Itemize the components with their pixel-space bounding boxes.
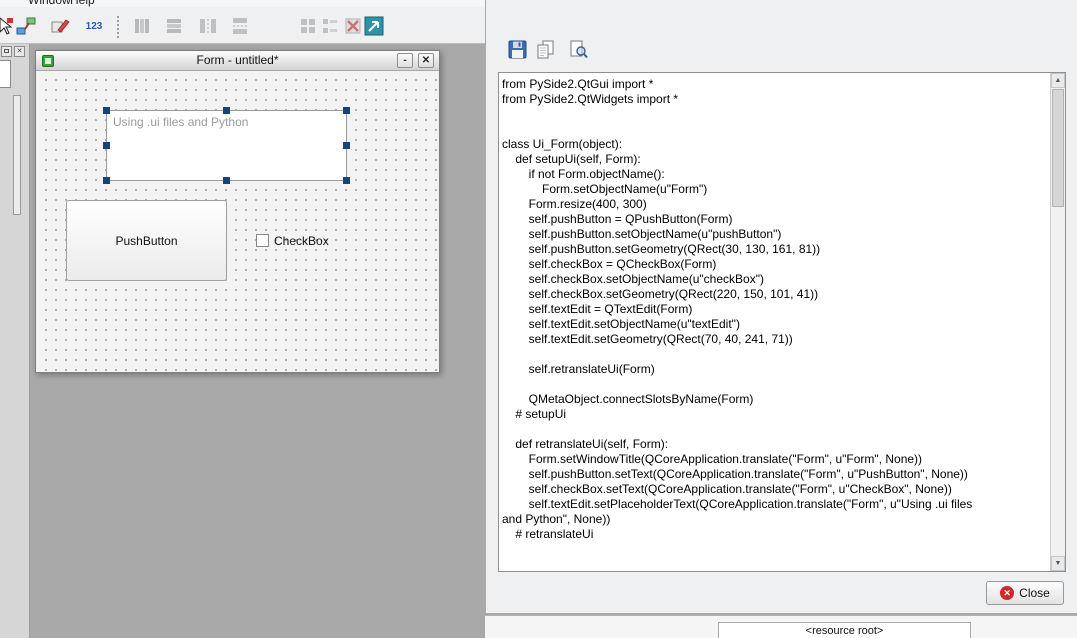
dock-close-button[interactable]: ✕: [14, 46, 25, 57]
minimize-button[interactable]: -: [397, 53, 413, 68]
edit-tab-order-icon[interactable]: 123: [82, 14, 106, 38]
menu-help[interactable]: Help: [70, 0, 95, 7]
resource-root-item[interactable]: <resource root>: [719, 623, 970, 637]
close-button-label: Close: [1019, 586, 1050, 600]
checkbox-indicator[interactable]: [256, 234, 269, 247]
form-layout-icon: [320, 16, 340, 36]
pushbutton-widget[interactable]: PushButton: [66, 200, 227, 281]
layout-splitter-horizontal-icon[interactable]: [196, 14, 220, 38]
pushbutton-label: PushButton: [115, 234, 177, 248]
selection-handle-se[interactable]: [343, 177, 350, 184]
float-icon: [4, 49, 9, 53]
form-window-titlebar[interactable]: Form - untitled* - ✕: [36, 51, 439, 71]
selection-handle-n[interactable]: [223, 107, 230, 114]
resource-tree: <resource root>: [718, 622, 971, 638]
buddy-pencil-icon: [50, 16, 70, 36]
layout-grid-icon[interactable]: [296, 14, 320, 38]
toolbar-separator: [116, 16, 120, 38]
checkbox-label: CheckBox: [274, 234, 329, 248]
layout-splitter-vertical-icon[interactable]: [228, 14, 252, 38]
scroll-down-button[interactable]: ▼: [1051, 556, 1065, 571]
find-button[interactable]: [565, 36, 591, 62]
adjust-size-icon[interactable]: [362, 14, 386, 38]
signal-slot-icon: [16, 16, 36, 36]
dialog-close-button[interactable]: ✕ Close: [986, 581, 1064, 605]
break-layout-x-icon: [343, 16, 363, 36]
scroll-up-button[interactable]: ▲: [1051, 73, 1065, 88]
h-layout-icon: [132, 16, 152, 36]
form-editor-window: Form - untitled* - ✕ Using .ui files and…: [35, 50, 440, 373]
selection-handle-sw[interactable]: [103, 177, 110, 184]
grid-layout-icon: [298, 16, 318, 36]
selection-handle-w[interactable]: [103, 142, 110, 149]
generated-code[interactable]: from PySide2.QtGui import * from PySide2…: [499, 73, 1049, 571]
scroll-thumb[interactable]: [1052, 89, 1064, 207]
adjust-size-square-icon: [363, 15, 385, 37]
copy-icon: [535, 39, 556, 60]
edit-signals-slots-icon[interactable]: [14, 14, 38, 38]
find-icon: [568, 39, 589, 60]
layout-form-icon[interactable]: [318, 14, 342, 38]
checkbox-widget[interactable]: CheckBox: [256, 220, 357, 261]
qt-designer-screen: Window Help: [0, 0, 1077, 638]
code-view: from PySide2.QtGui import * from PySide2…: [498, 72, 1066, 572]
close-x-icon: ✕: [1000, 586, 1014, 600]
textedit-widget[interactable]: Using .ui files and Python: [106, 110, 347, 181]
layout-vertical-icon[interactable]: [162, 14, 186, 38]
dock-float-button[interactable]: [1, 46, 12, 57]
edit-buddies-icon[interactable]: [48, 14, 72, 38]
resource-browser-strip: <resource root>: [485, 615, 1077, 638]
dock-scrollbar-fragment[interactable]: [13, 95, 21, 215]
code-vertical-scrollbar[interactable]: ▲ ▼: [1050, 73, 1065, 571]
selection-handle-nw[interactable]: [103, 107, 110, 114]
pointer-icon: [0, 16, 14, 36]
left-dock-panel: ✕: [0, 44, 30, 638]
textedit-placeholder: Using .ui files and Python: [107, 111, 346, 133]
form-canvas[interactable]: Using .ui files and Python PushButton Ch…: [37, 71, 438, 371]
form-window-title: Form - untitled*: [36, 53, 439, 67]
close-button[interactable]: ✕: [418, 53, 434, 68]
v-splitter-icon: [230, 16, 250, 36]
layout-horizontal-icon[interactable]: [130, 14, 154, 38]
tab-order-123-icon: 123: [86, 21, 103, 32]
selection-handle-ne[interactable]: [343, 107, 350, 114]
dock-filter-fragment[interactable]: [0, 60, 11, 88]
h-splitter-icon: [198, 16, 218, 36]
copy-button[interactable]: [532, 36, 558, 62]
menu-window[interactable]: Window: [28, 0, 71, 7]
selection-handle-s[interactable]: [223, 177, 230, 184]
save-icon: [507, 39, 528, 60]
selection-handle-e[interactable]: [343, 142, 350, 149]
code-preview-dialog: from PySide2.QtGui import * from PySide2…: [485, 0, 1077, 614]
v-layout-icon: [164, 16, 184, 36]
save-button[interactable]: [504, 36, 530, 62]
